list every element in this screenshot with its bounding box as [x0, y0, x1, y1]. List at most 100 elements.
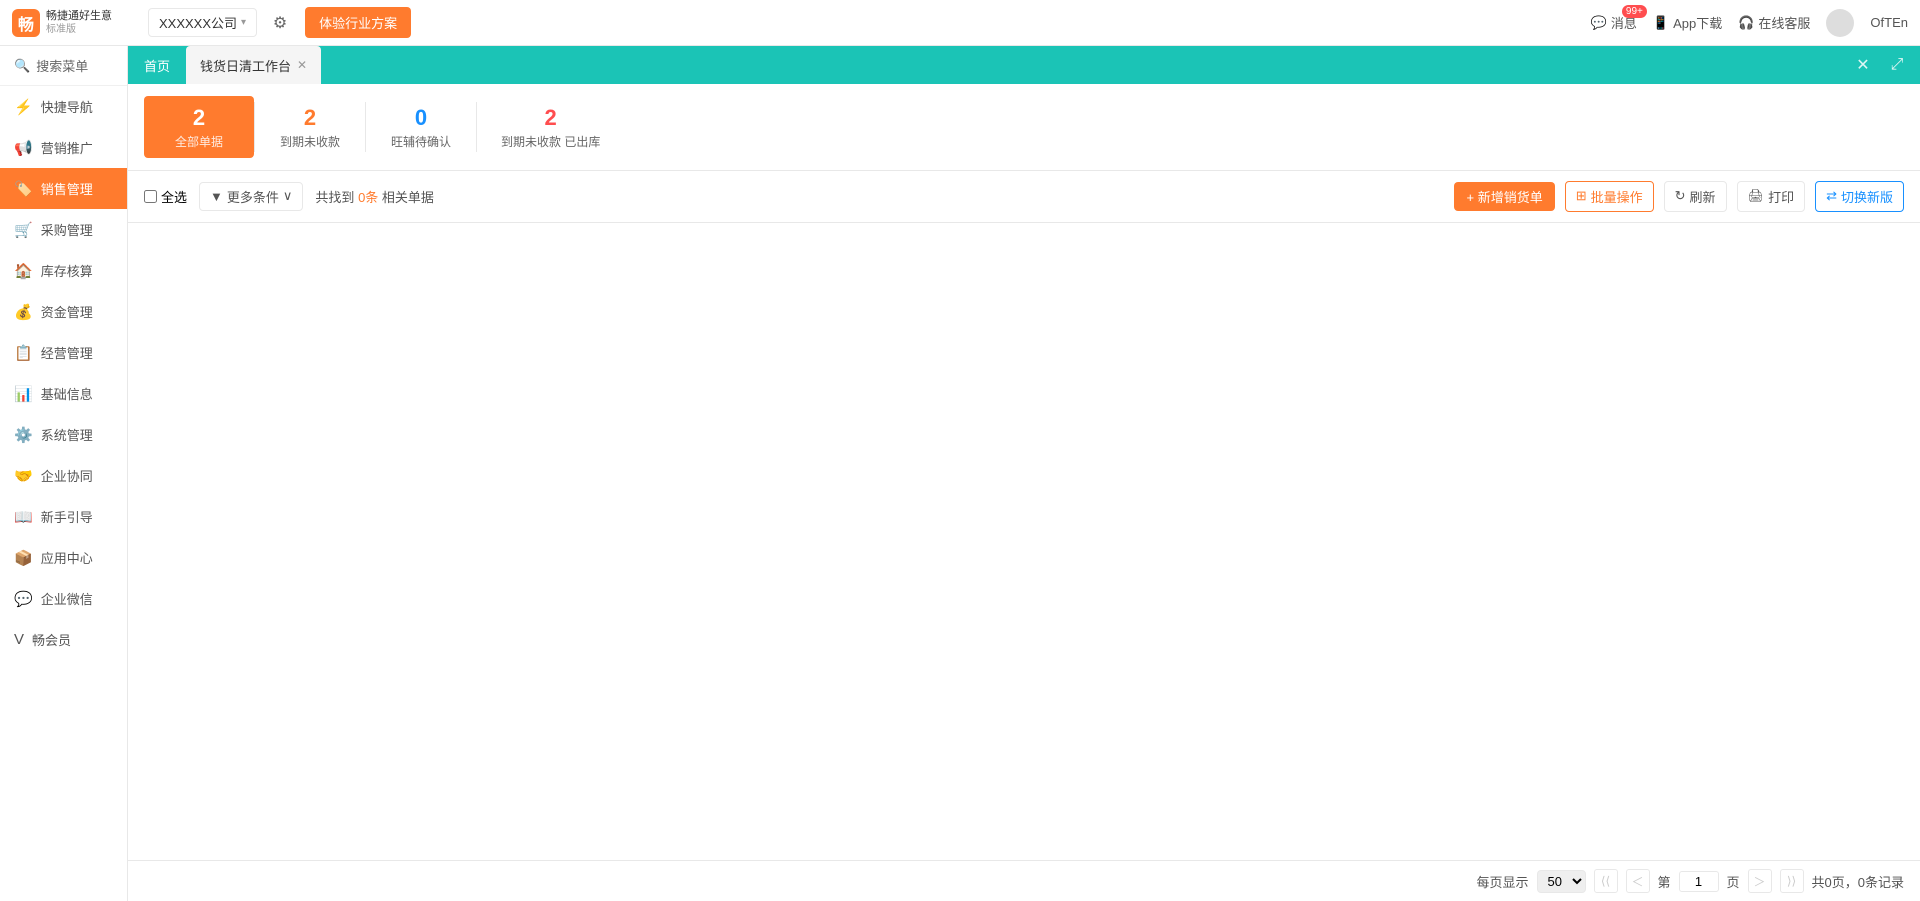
table-area — [128, 223, 1920, 860]
batch-label: 批量操作 — [1591, 187, 1643, 206]
first-page-button[interactable]: ⟨⟨ — [1594, 869, 1618, 893]
toolbar-right: + 新增销货单 ⊞ 批量操作 ↻ 刷新 🖨 打印 ⇄ 切换新版 — [1454, 181, 1904, 212]
tab-bar: 首页 钱货日清工作台 ✕ ✕ ⤢ — [128, 46, 1920, 84]
search-menu-button[interactable]: 🔍 搜索菜单 — [0, 46, 127, 86]
sidebar-item-enterprise-coop[interactable]: 🤝 企业协同 — [0, 455, 127, 496]
refresh-label: 刷新 — [1690, 187, 1716, 206]
select-all-checkbox[interactable]: 全选 — [144, 187, 187, 206]
sidebar-item-finance[interactable]: 💰 资金管理 — [0, 291, 127, 332]
refresh-button[interactable]: ↻ 刷新 — [1664, 181, 1727, 212]
stats-row: 2 全部单据 2 到期未收款 0 旺辅待确认 2 到期未收款 已出库 — [128, 84, 1920, 171]
batch-operation-button[interactable]: ⊞ 批量操作 — [1565, 181, 1654, 212]
header-right: 💬 消息 99+ 📱 App下载 🎧 在线客服 OfTEn — [1591, 9, 1908, 37]
app-download-button[interactable]: 📱 App下载 — [1653, 13, 1722, 32]
filter-label: 更多条件 — [227, 187, 279, 206]
avatar[interactable] — [1826, 9, 1854, 37]
sidebar-item-quick-nav[interactable]: ⚡ 快捷导航 — [0, 86, 127, 127]
avatar-name: OfTEn — [1870, 15, 1908, 30]
company-selector[interactable]: XXXXXX公司 ▾ — [148, 8, 257, 37]
tab-close-icon[interactable]: ✕ — [297, 58, 307, 72]
sidebar-item-purchase[interactable]: 🛒 采购管理 — [0, 209, 127, 250]
page-suffix: 页 — [1727, 872, 1740, 891]
pagination-bar: 每页显示 50 ⟨⟨ ＜ 第 页 ＞ ⟩⟩ 共0页，0条记录 — [128, 860, 1920, 901]
operations-icon: 📋 — [14, 344, 33, 362]
chevron-down-icon: ▾ — [241, 17, 246, 28]
found-prefix: 共找到 — [315, 190, 354, 205]
total-records-label: 共0页，0条记录 — [1812, 872, 1904, 891]
sidebar-item-inventory[interactable]: 🏠 库存核算 — [0, 250, 127, 291]
marketing-icon: 📢 — [14, 139, 33, 157]
sidebar-item-label: 销售管理 — [41, 179, 93, 198]
tab-home[interactable]: 首页 — [128, 46, 186, 84]
batch-icon: ⊞ — [1576, 188, 1587, 204]
message-icon: 💬 — [1591, 15, 1607, 31]
sidebar-item-vip[interactable]: V 畅会员 — [0, 619, 127, 660]
found-text: 共找到 0条 相关单据 — [315, 187, 434, 206]
per-page-label: 每页显示 — [1476, 872, 1528, 891]
stat-count-all: 2 — [168, 104, 230, 133]
sidebar-item-system[interactable]: ⚙️ 系统管理 — [0, 414, 127, 455]
filter-button[interactable]: ▼ 更多条件 ∨ — [199, 182, 303, 211]
page-number-input[interactable] — [1679, 871, 1719, 892]
sidebar-item-enterprise-wechat[interactable]: 💬 企业微信 — [0, 578, 127, 619]
tab-expand-icon[interactable]: ⤢ — [1884, 52, 1910, 78]
trial-button[interactable]: 体验行业方案 — [305, 7, 411, 38]
purchase-icon: 🛒 — [14, 221, 33, 239]
chevron-down-icon: ∨ — [283, 188, 293, 204]
message-button[interactable]: 💬 消息 99+ — [1591, 13, 1637, 32]
stat-card-wangwang-pending[interactable]: 0 旺辅待确认 — [366, 96, 476, 158]
sales-icon: 🏷️ — [14, 180, 33, 198]
stat-card-overdue-unshipped[interactable]: 2 到期未收款 已出库 — [477, 96, 624, 158]
settings-icon[interactable]: ⚙ — [265, 8, 295, 38]
tab-close-window-icon[interactable]: ✕ — [1850, 52, 1876, 78]
sidebar: 🔍 搜索菜单 ⚡ 快捷导航 📢 营销推广 🏷️ 销售管理 🛒 采购管理 🏠 库存… — [0, 46, 128, 901]
stat-count-overdue-unshipped: 2 — [501, 104, 600, 133]
select-all-label: 全选 — [161, 187, 187, 206]
sidebar-item-label: 快捷导航 — [41, 97, 93, 116]
sidebar-item-label: 基础信息 — [41, 384, 93, 403]
next-page-button[interactable]: ＞ — [1748, 869, 1772, 893]
online-service-button[interactable]: 🎧 在线客服 — [1738, 13, 1810, 32]
sidebar-item-beginner-guide[interactable]: 📖 新手引导 — [0, 496, 127, 537]
toolbar: 全选 ▼ 更多条件 ∨ 共找到 0条 相关单据 + 新增销货单 ⊞ 批量操作 ↻… — [128, 171, 1920, 223]
print-button[interactable]: 🖨 打印 — [1737, 181, 1806, 212]
sidebar-item-app-center[interactable]: 📦 应用中心 — [0, 537, 127, 578]
stat-card-all[interactable]: 2 全部单据 — [144, 96, 254, 158]
found-count: 0条 — [358, 190, 378, 205]
sidebar-item-label: 企业协同 — [41, 466, 93, 485]
select-all-input[interactable] — [144, 190, 157, 203]
enterprise-coop-icon: 🤝 — [14, 467, 33, 485]
tab-home-label: 首页 — [144, 56, 170, 75]
sidebar-item-label: 库存核算 — [41, 261, 93, 280]
tab-bar-actions: ✕ ⤢ — [1840, 46, 1920, 84]
message-badge: 99+ — [1622, 5, 1647, 18]
refresh-icon: ↻ — [1675, 188, 1686, 204]
stat-label-all: 全部单据 — [168, 133, 230, 150]
sidebar-item-sales[interactable]: 🏷️ 销售管理 — [0, 168, 127, 209]
sidebar-item-marketing[interactable]: 📢 营销推广 — [0, 127, 127, 168]
search-menu-label: 搜索菜单 — [36, 56, 88, 75]
tab-cash-daily-label: 钱货日清工作台 — [200, 56, 291, 75]
sidebar-item-basic-info[interactable]: 📊 基础信息 — [0, 373, 127, 414]
beginner-guide-icon: 📖 — [14, 508, 33, 526]
main-content: 2 全部单据 2 到期未收款 0 旺辅待确认 2 到期未收款 已出库 全选 ▼ … — [128, 84, 1920, 901]
sidebar-item-operations[interactable]: 📋 经营管理 — [0, 332, 127, 373]
add-sales-order-button[interactable]: + 新增销货单 — [1454, 182, 1554, 211]
headset-icon: 🎧 — [1738, 15, 1754, 31]
logo-area: 畅 畅捷通好生意 标准版 — [12, 9, 140, 37]
stat-card-overdue-uncollected[interactable]: 2 到期未收款 — [255, 96, 365, 158]
enterprise-wechat-icon: 💬 — [14, 590, 33, 608]
last-page-button[interactable]: ⟩⟩ — [1780, 869, 1804, 893]
quick-nav-icon: ⚡ — [14, 98, 33, 116]
prev-page-button[interactable]: ＜ — [1626, 869, 1650, 893]
system-icon: ⚙️ — [14, 426, 33, 444]
sidebar-item-label: 营销推广 — [41, 138, 93, 157]
filter-icon: ▼ — [210, 189, 223, 204]
tab-cash-daily[interactable]: 钱货日清工作台 ✕ — [186, 46, 321, 84]
sidebar-item-label: 资金管理 — [41, 302, 93, 321]
switch-new-version-button[interactable]: ⇄ 切换新版 — [1815, 181, 1904, 212]
per-page-select[interactable]: 50 — [1537, 870, 1586, 893]
sidebar-item-label: 畅会员 — [32, 630, 71, 649]
page-label: 第 — [1658, 872, 1671, 891]
sidebar-item-label: 新手引导 — [41, 507, 93, 526]
